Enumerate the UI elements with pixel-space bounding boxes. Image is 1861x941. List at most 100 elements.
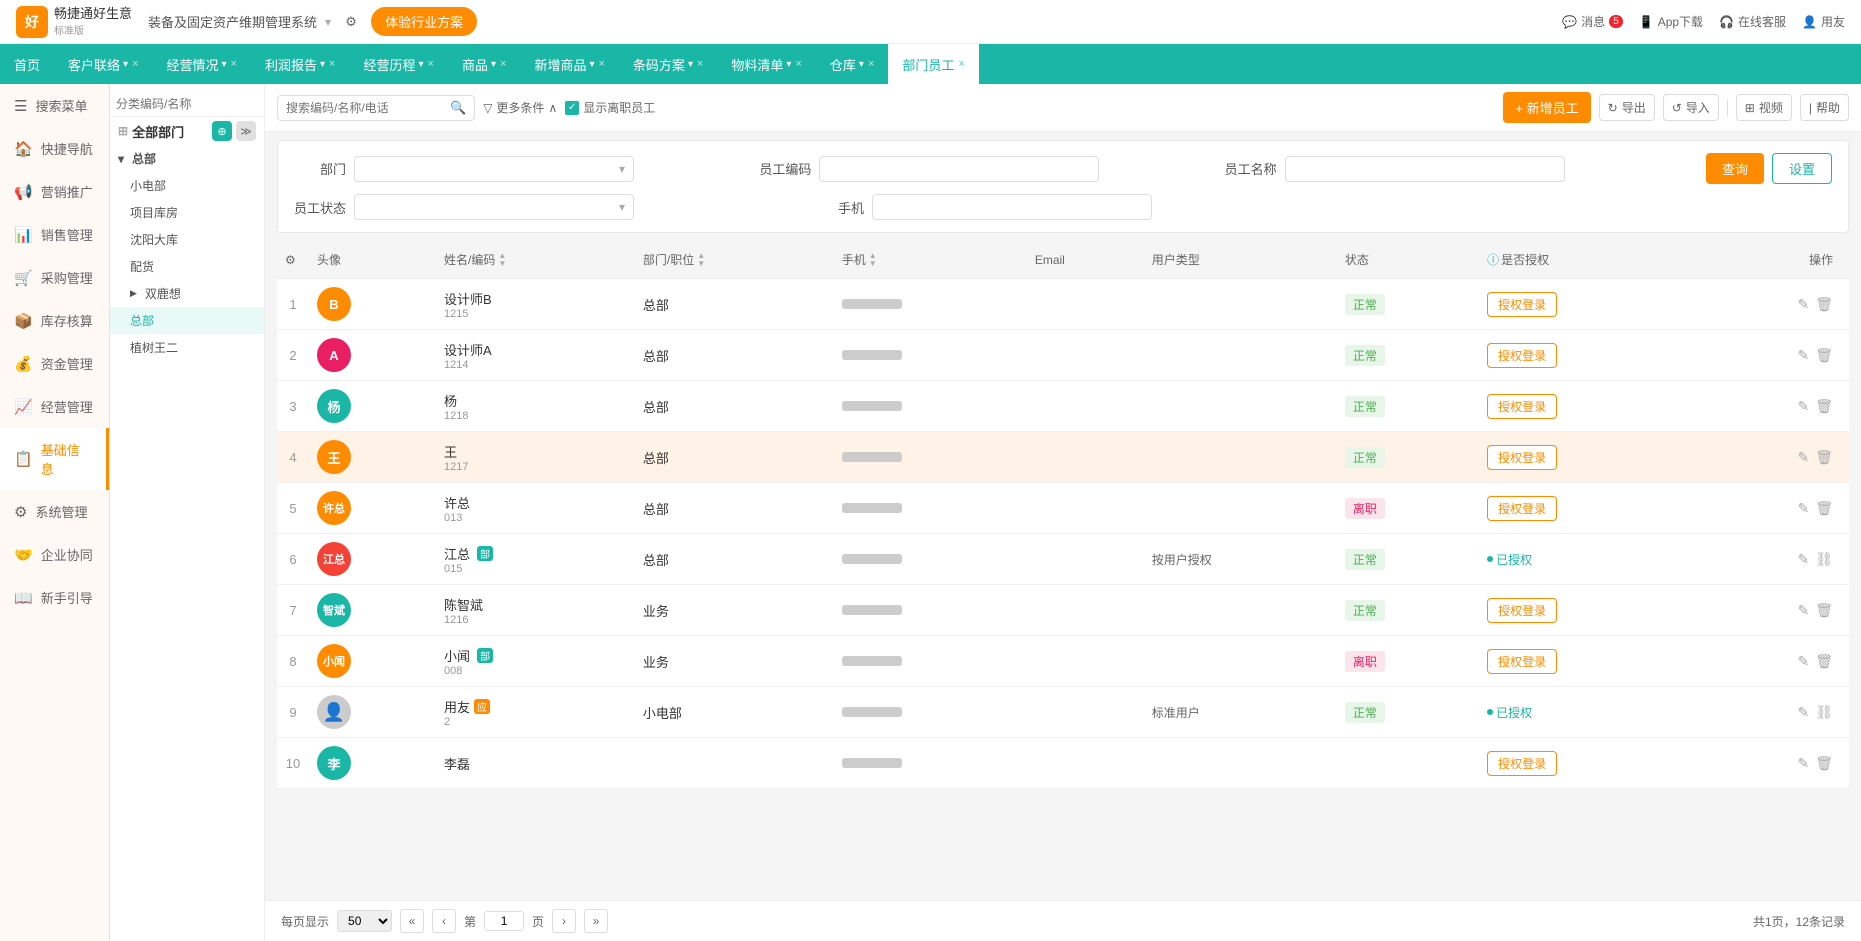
close-icon[interactable]: × xyxy=(231,58,237,70)
page-input[interactable] xyxy=(484,911,524,931)
auth-btn[interactable]: 授权登录 xyxy=(1487,445,1557,470)
tab-business[interactable]: 经营情况▾× xyxy=(153,44,251,84)
dept-node-peihuo[interactable]: 配货 xyxy=(110,253,264,280)
nav-collab[interactable]: 🤝 企业协同 xyxy=(0,533,109,576)
nav-guide[interactable]: 📖 新手引导 xyxy=(0,576,109,619)
auth-btn[interactable]: 授权登录 xyxy=(1487,751,1557,776)
search-btn[interactable]: 查询 xyxy=(1706,153,1764,184)
close-icon[interactable]: × xyxy=(697,58,703,70)
dept-select[interactable]: ▾ xyxy=(354,156,634,182)
delete-icon[interactable]: 🗑 xyxy=(1815,755,1833,772)
close-icon[interactable]: × xyxy=(598,58,604,70)
tab-dept-staff[interactable]: 部门员工× xyxy=(888,44,978,84)
nav-purchase[interactable]: 🛒 采购管理 xyxy=(0,256,109,299)
close-icon[interactable]: × xyxy=(428,58,434,70)
edit-icon[interactable]: ✎ xyxy=(1797,296,1809,313)
col-phone[interactable]: 手机 ▲▼ xyxy=(834,241,1027,279)
auth-btn[interactable]: 授权登录 xyxy=(1487,394,1557,419)
nav-inventory[interactable]: 📦 库存核算 xyxy=(0,299,109,342)
app-download-btn[interactable]: 📱 App下载 xyxy=(1639,13,1703,30)
first-page-btn[interactable]: « xyxy=(400,909,424,933)
delete-icon[interactable]: 🗑 xyxy=(1815,398,1833,415)
close-icon[interactable]: × xyxy=(868,58,874,70)
close-icon[interactable]: × xyxy=(329,58,335,70)
tab-history[interactable]: 经营历程▾× xyxy=(349,44,447,84)
dept-all-label[interactable]: ⊞ 全部部门 xyxy=(118,122,184,141)
next-page-btn[interactable]: › xyxy=(552,909,576,933)
edit-icon[interactable]: ✎ xyxy=(1797,704,1809,721)
edit-icon[interactable]: ✎ xyxy=(1797,347,1809,364)
delete-icon[interactable]: 🗑 xyxy=(1815,653,1833,670)
show-departed-toggle[interactable]: ✓ 显示离职员工 xyxy=(565,99,655,116)
tab-profit[interactable]: 利润报告▾× xyxy=(251,44,349,84)
view-btn[interactable]: ⊞ 视频 xyxy=(1736,94,1792,121)
edit-icon[interactable]: ✎ xyxy=(1797,449,1809,466)
close-icon[interactable]: × xyxy=(958,58,964,70)
nav-finance[interactable]: 💰 资金管理 xyxy=(0,342,109,385)
prev-page-btn[interactable]: ‹ xyxy=(432,909,456,933)
dept-node-zhishuwang[interactable]: 植树王二 xyxy=(110,334,264,361)
edit-icon[interactable]: ✎ xyxy=(1797,398,1809,415)
edit-icon[interactable]: ✎ xyxy=(1797,551,1809,568)
nav-search-menu[interactable]: ☰ 搜索菜单 xyxy=(0,84,109,127)
emp-code-input[interactable] xyxy=(819,156,1099,182)
link-icon[interactable]: ⛓ xyxy=(1815,551,1833,568)
nav-system[interactable]: ⚙ 系统管理 xyxy=(0,490,109,533)
tab-add-goods[interactable]: 新增商品▾× xyxy=(520,44,618,84)
dept-node-zongbu2[interactable]: 总部 xyxy=(110,307,264,334)
last-page-btn[interactable]: » xyxy=(584,909,608,933)
nav-operations[interactable]: 📈 经营管理 xyxy=(0,385,109,428)
experience-btn[interactable]: 体验行业方案 xyxy=(371,7,477,36)
edit-icon[interactable]: ✎ xyxy=(1797,602,1809,619)
auth-btn[interactable]: 授权登录 xyxy=(1487,649,1557,674)
col-name[interactable]: 姓名/编码 ▲▼ xyxy=(436,241,635,279)
dropdown-arrow-icon[interactable]: ▾ xyxy=(325,15,331,29)
dept-node-xiangmukufang[interactable]: 项目库房 xyxy=(110,199,264,226)
dept-search-input[interactable] xyxy=(116,97,265,111)
import-btn[interactable]: ↺ 导入 xyxy=(1663,94,1719,121)
dept-add-icon[interactable]: ⊕ xyxy=(212,121,232,141)
online-service-btn[interactable]: 🎧 在线客服 xyxy=(1719,13,1786,30)
page-size-select[interactable]: 50 20 100 xyxy=(337,910,392,932)
dept-node-shenyangdaku[interactable]: 沈阳大库 xyxy=(110,226,264,253)
emp-name-input[interactable] xyxy=(1285,156,1565,182)
link-icon[interactable]: ⛓ xyxy=(1815,704,1833,721)
auth-btn[interactable]: 授权登录 xyxy=(1487,343,1557,368)
user-menu-btn[interactable]: 👤 用友 xyxy=(1802,13,1845,30)
delete-icon[interactable]: 🗑 xyxy=(1815,500,1833,517)
delete-icon[interactable]: 🗑 xyxy=(1815,347,1833,364)
tab-barcode[interactable]: 条码方案▾× xyxy=(619,44,717,84)
dept-node-shuanglu[interactable]: ▶ 双鹿想 xyxy=(110,280,264,307)
edit-icon[interactable]: ✎ xyxy=(1797,653,1809,670)
auth-btn[interactable]: 授权登录 xyxy=(1487,292,1557,317)
nav-quick-nav[interactable]: 🏠 快捷导航 xyxy=(0,127,109,170)
dept-collapse-icon[interactable]: ≫ xyxy=(236,121,256,141)
phone-input[interactable] xyxy=(872,194,1152,220)
edit-icon[interactable]: ✎ xyxy=(1797,500,1809,517)
nav-sales[interactable]: 📊 销售管理 xyxy=(0,213,109,256)
tab-material[interactable]: 物料清单▾× xyxy=(717,44,815,84)
close-icon[interactable]: × xyxy=(132,58,138,70)
col-settings[interactable]: ⚙ xyxy=(277,241,309,279)
auth-btn[interactable]: 授权登录 xyxy=(1487,496,1557,521)
tab-customer[interactable]: 客户联络▾× xyxy=(54,44,152,84)
export-btn[interactable]: ↻ 导出 xyxy=(1599,94,1655,121)
add-employee-btn[interactable]: + 新增员工 xyxy=(1503,92,1590,123)
auth-btn[interactable]: 授权登录 xyxy=(1487,598,1557,623)
delete-icon[interactable]: 🗑 xyxy=(1815,449,1833,466)
delete-icon[interactable]: 🗑 xyxy=(1815,296,1833,313)
tab-warehouse[interactable]: 仓库▾× xyxy=(816,44,888,84)
close-icon[interactable]: × xyxy=(500,58,506,70)
emp-status-select[interactable]: ▾ xyxy=(354,194,634,220)
tab-home[interactable]: 首页 xyxy=(0,44,54,84)
delete-icon[interactable]: 🗑 xyxy=(1815,602,1833,619)
settings-icon[interactable]: ⚙ xyxy=(339,10,363,34)
edit-icon[interactable]: ✎ xyxy=(1797,755,1809,772)
dept-node-xiaodibu[interactable]: 小电部 xyxy=(110,172,264,199)
dept-node-zongbu[interactable]: ▾ 总部 xyxy=(110,145,264,172)
set-btn[interactable]: 设置 xyxy=(1772,153,1832,184)
col-dept[interactable]: 部门/职位 ▲▼ xyxy=(635,241,834,279)
message-btn[interactable]: 💬 消息 5 xyxy=(1562,13,1623,30)
nav-basic-info[interactable]: 📋 基础信息 xyxy=(0,428,109,490)
help-btn[interactable]: | 帮助 xyxy=(1800,94,1849,121)
